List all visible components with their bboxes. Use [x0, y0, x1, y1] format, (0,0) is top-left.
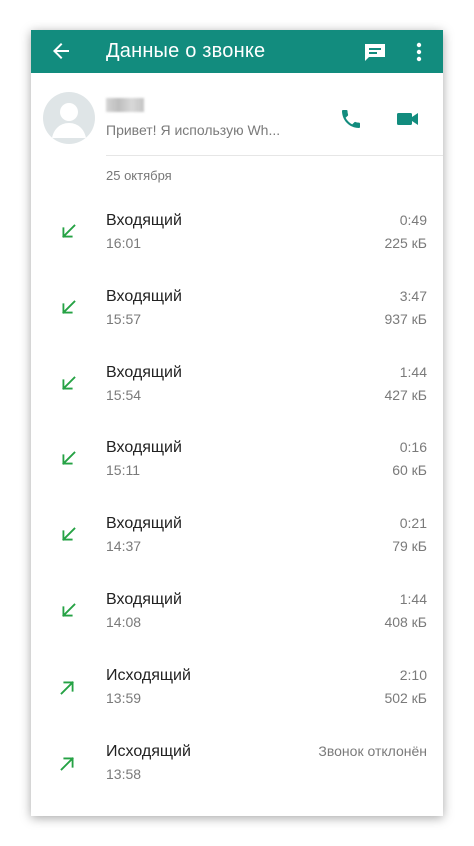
incoming-call-arrow-icon	[62, 451, 76, 466]
contact-status: Привет! Я использую Wh...	[106, 122, 281, 138]
call-type: Входящий	[106, 515, 182, 533]
incoming-call-arrow-icon	[62, 224, 76, 238]
call-list: Входящий 16:01 0:49 225 кБ Входящий 15:57 3:47…	[31, 195, 443, 801]
call-size: 427 кБ	[384, 386, 427, 403]
back-arrow-icon[interactable]	[49, 39, 73, 63]
call-type: Входящий	[106, 363, 182, 381]
incoming-call-arrow-icon	[62, 300, 76, 314]
call-size: 60 кБ	[392, 462, 427, 479]
call-time: 13:58	[106, 765, 142, 782]
call-row[interactable]: Входящий 15:11 0:16 60 кБ	[31, 422, 443, 498]
date-label: 25 октября	[106, 168, 172, 183]
call-time: 15:57	[106, 310, 142, 327]
divider	[106, 155, 443, 156]
contact-name-blurred	[106, 98, 144, 112]
outgoing-call-arrow-icon	[60, 680, 74, 695]
call-duration: 1:44	[399, 363, 427, 380]
call-row[interactable]: Входящий 14:37 0:21 79 кБ	[31, 498, 443, 574]
call-time: 15:11	[106, 462, 140, 479]
call-type: Входящий	[106, 287, 182, 305]
call-type: Исходящий	[106, 742, 191, 760]
call-time: 16:01	[106, 235, 142, 251]
message-icon[interactable]	[363, 41, 387, 63]
call-row[interactable]: Входящий 16:01 0:49 225 кБ	[31, 195, 443, 271]
call-duration: 2:10	[399, 666, 427, 683]
call-size: 225 кБ	[384, 235, 427, 251]
app-bar: Данные о звонке	[31, 30, 443, 73]
contact-header[interactable]: Привет! Я использую Wh... 25 октября	[31, 73, 443, 198]
call-duration: 3:47	[399, 287, 427, 304]
call-size: 937 кБ	[384, 310, 427, 327]
call-time: 14:08	[106, 613, 142, 630]
call-row[interactable]: Входящий 14:08 1:44 408 кБ	[31, 574, 443, 650]
incoming-call-arrow-icon	[62, 527, 76, 542]
call-type: Входящий	[106, 212, 182, 229]
call-row[interactable]: Входящий 15:57 3:47 937 кБ	[31, 271, 443, 347]
video-call-icon[interactable]	[395, 107, 421, 131]
incoming-call-arrow-icon	[62, 375, 76, 390]
call-size: 408 кБ	[384, 613, 427, 630]
page-title: Данные о звонке	[106, 40, 266, 62]
call-size: 502 кБ	[384, 689, 427, 706]
phone-icon[interactable]	[339, 107, 363, 131]
call-time: 15:54	[106, 386, 142, 403]
call-duration: 0:16	[399, 439, 427, 456]
call-time: 14:37	[106, 538, 142, 555]
phone-screen: Данные о звонке Привет! Я использую Wh..…	[31, 30, 443, 816]
call-row[interactable]: Входящий 15:54 1:44 427 кБ	[31, 347, 443, 423]
default-avatar-icon	[52, 103, 86, 138]
outgoing-call-arrow-icon	[60, 756, 74, 771]
call-type: Входящий	[106, 590, 182, 608]
more-options-icon[interactable]	[411, 40, 427, 64]
call-row[interactable]: Исходящий 13:59 2:10 502 кБ	[31, 650, 443, 726]
call-duration: 0:49	[399, 212, 427, 228]
avatar[interactable]	[43, 92, 95, 144]
call-duration: 1:44	[399, 590, 427, 607]
call-type: Входящий	[106, 439, 182, 457]
incoming-call-arrow-icon	[62, 603, 76, 617]
call-duration: 0:21	[399, 515, 427, 532]
call-size: 79 кБ	[392, 538, 427, 555]
call-time: 13:59	[106, 689, 142, 706]
call-duration: Звонок отклонён	[318, 742, 427, 759]
call-row[interactable]: Исходящий 13:58 Звонок отклонён	[31, 726, 443, 802]
call-type: Исходящий	[106, 666, 191, 684]
